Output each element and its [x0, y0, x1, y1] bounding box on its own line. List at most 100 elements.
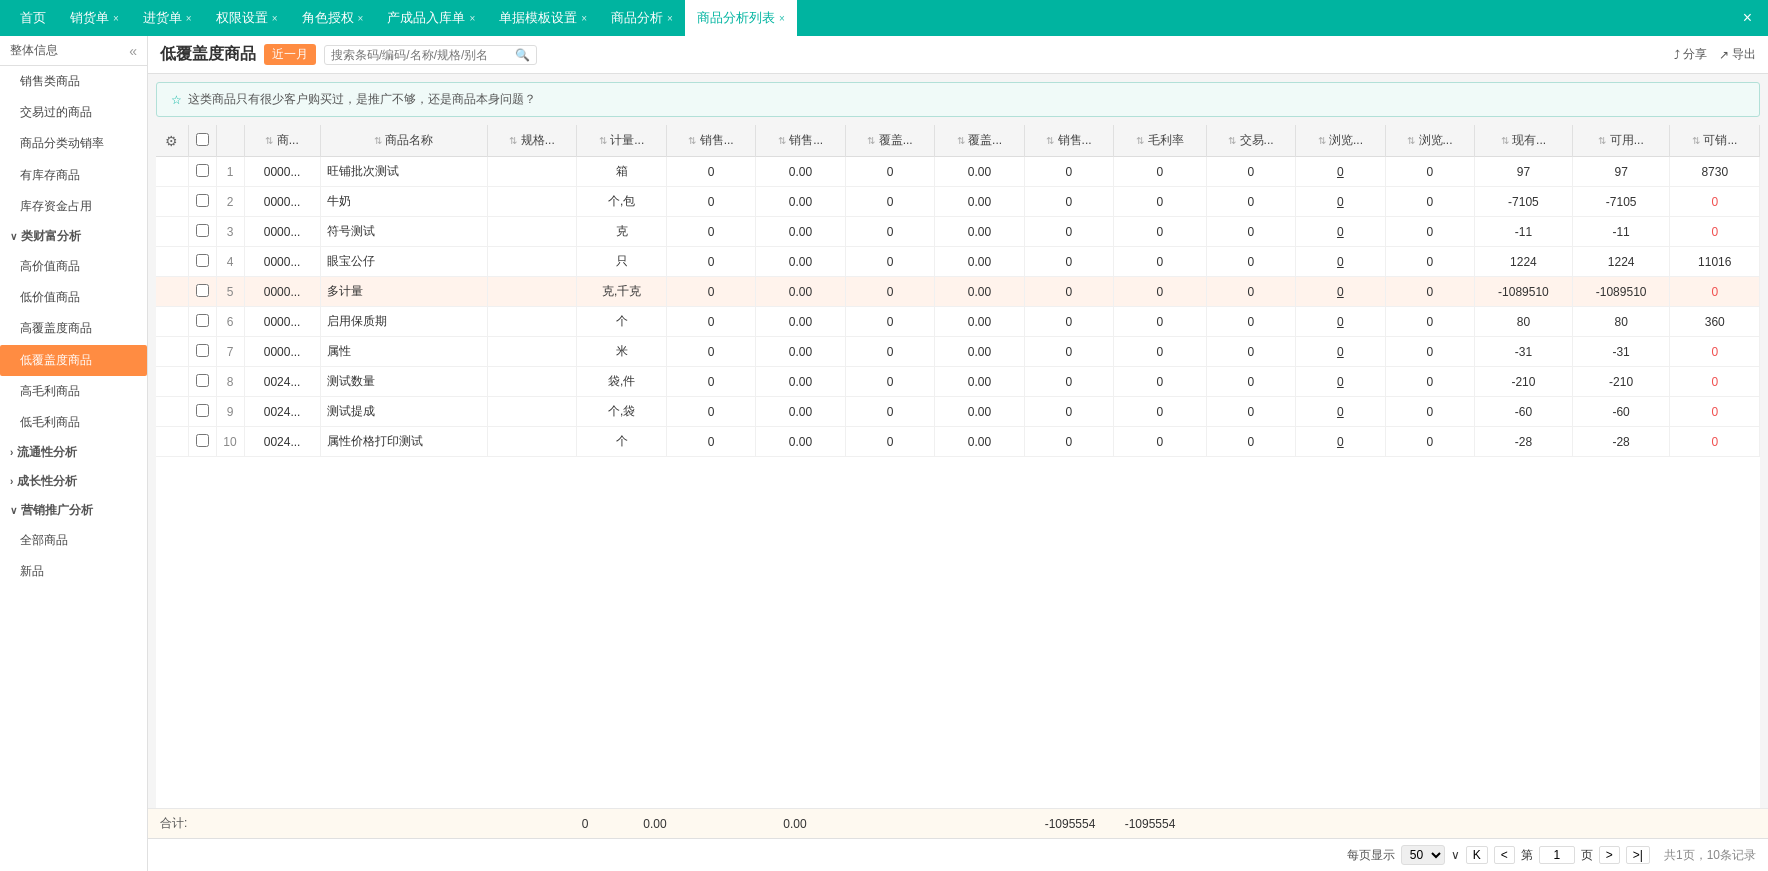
sidebar-item-high-margin[interactable]: 高毛利商品 — [0, 376, 147, 407]
nav-product-analysis-list[interactable]: 商品分析列表 × — [685, 0, 797, 36]
search-box: 🔍 — [324, 45, 537, 65]
sidebar-item-category-sales-rate[interactable]: 商品分类动销率 — [0, 128, 147, 159]
row-transaction: 0 — [1206, 337, 1295, 367]
browse-link[interactable]: 0 — [1337, 345, 1344, 359]
row-checkbox[interactable] — [196, 404, 209, 417]
row-browse2: 0 — [1385, 187, 1474, 217]
row-num: 5 — [216, 277, 244, 307]
row-name: 属性价格打印测试 — [320, 427, 487, 457]
row-checkbox[interactable] — [196, 344, 209, 357]
row-saleable: 0 — [1670, 427, 1760, 457]
last-page-button[interactable]: >| — [1626, 846, 1650, 864]
row-current: -7105 — [1475, 187, 1573, 217]
sidebar-collapse-button[interactable]: « — [129, 43, 137, 59]
row-cov1: 0 — [845, 307, 934, 337]
nav-role-auth[interactable]: 角色授权 × — [290, 0, 376, 36]
info-icon: ☆ — [171, 93, 182, 107]
next-page-button[interactable]: > — [1599, 846, 1620, 864]
row-checkbox[interactable] — [196, 164, 209, 177]
window-close-button[interactable]: × — [1735, 9, 1760, 27]
row-checkbox[interactable] — [196, 194, 209, 207]
nav-home[interactable]: 首页 — [8, 0, 58, 36]
close-icon[interactable]: × — [272, 13, 278, 24]
row-code: 0000... — [244, 247, 320, 277]
export-button[interactable]: ↗ 导出 — [1719, 46, 1756, 63]
table-row: 7 0000... 属性 米 0 0.00 0 0.00 0 0 0 0 0 -… — [156, 337, 1760, 367]
row-checkbox[interactable] — [196, 254, 209, 267]
browse-link[interactable]: 0 — [1337, 315, 1344, 329]
sidebar-item-high-coverage[interactable]: 高覆盖度商品 — [0, 313, 147, 344]
row-gross-rate: 0 — [1114, 337, 1207, 367]
first-page-button[interactable]: K — [1466, 846, 1488, 864]
table-footer: 合计: 0 0.00 0.00 -1095554 -1095554 — [148, 808, 1768, 838]
row-num: 1 — [216, 157, 244, 187]
row-checkbox[interactable] — [196, 284, 209, 297]
close-icon[interactable]: × — [186, 13, 192, 24]
nav-template-settings[interactable]: 单据模板设置 × — [487, 0, 599, 36]
nav-product-analysis[interactable]: 商品分析 × — [599, 0, 685, 36]
browse-link[interactable]: 0 — [1337, 405, 1344, 419]
row-name: 测试提成 — [320, 397, 487, 427]
page-number-input[interactable] — [1539, 846, 1575, 864]
page-size-label: 每页显示 — [1347, 847, 1395, 864]
share-button[interactable]: ⤴ 分享 — [1674, 46, 1707, 63]
close-icon[interactable]: × — [779, 13, 785, 24]
browse-link[interactable]: 0 — [1337, 375, 1344, 389]
close-icon[interactable]: × — [469, 13, 475, 24]
close-icon[interactable]: × — [581, 13, 587, 24]
browse-link[interactable]: 0 — [1337, 165, 1344, 179]
data-table-container[interactable]: ⚙ ⇅ 商... ⇅ 商品名称 ⇅ 规格... ⇅ 计量... ⇅ 销售... … — [156, 125, 1760, 808]
row-cov1: 0 — [845, 277, 934, 307]
sidebar-item-all-goods[interactable]: 全部商品 — [0, 525, 147, 556]
sidebar-item-low-coverage[interactable]: 低覆盖度商品 — [0, 345, 147, 376]
nav-sales-order[interactable]: 销货单 × — [58, 0, 131, 36]
sidebar-section-wealth[interactable]: ∨ 类财富分析 — [0, 222, 147, 251]
page-size-select[interactable]: 50 — [1401, 845, 1445, 865]
browse-link[interactable]: 0 — [1337, 195, 1344, 209]
sidebar-section-marketing[interactable]: ∨ 营销推广分析 — [0, 496, 147, 525]
row-sales-amt: 0.00 — [756, 277, 845, 307]
row-saleable: 360 — [1670, 307, 1760, 337]
nav-product-instock[interactable]: 产成品入库单 × — [375, 0, 487, 36]
sidebar-item-stock-capital[interactable]: 库存资金占用 — [0, 191, 147, 222]
sidebar-item-sales-goods[interactable]: 销售类商品 — [0, 66, 147, 97]
close-icon[interactable]: × — [667, 13, 673, 24]
sidebar-section-liquidity[interactable]: › 流通性分析 — [0, 438, 147, 467]
row-available: -7105 — [1572, 187, 1670, 217]
row-sales3: 0 — [1024, 367, 1113, 397]
browse-link[interactable]: 0 — [1337, 255, 1344, 269]
row-settings-cell — [156, 367, 188, 397]
browse-link[interactable]: 0 — [1337, 285, 1344, 299]
row-checkbox[interactable] — [196, 314, 209, 327]
search-input[interactable] — [331, 48, 511, 62]
row-checkbox[interactable] — [196, 374, 209, 387]
row-sales-amt: 0.00 — [756, 247, 845, 277]
sidebar-item-high-value[interactable]: 高价值商品 — [0, 251, 147, 282]
close-icon[interactable]: × — [113, 13, 119, 24]
table-row: 3 0000... 符号测试 克 0 0.00 0 0.00 0 0 0 0 0… — [156, 217, 1760, 247]
row-available: 80 — [1572, 307, 1670, 337]
close-icon[interactable]: × — [358, 13, 364, 24]
settings-column-header: ⚙ — [156, 125, 188, 157]
nav-permission-settings[interactable]: 权限设置 × — [204, 0, 290, 36]
row-num: 8 — [216, 367, 244, 397]
row-checkbox[interactable] — [196, 224, 209, 237]
browse-link[interactable]: 0 — [1337, 225, 1344, 239]
sidebar-item-in-stock-goods[interactable]: 有库存商品 — [0, 160, 147, 191]
browse-link[interactable]: 0 — [1337, 435, 1344, 449]
row-settings-cell — [156, 337, 188, 367]
table-row: 5 0000... 多计量 克,千克 0 0.00 0 0.00 0 0 0 0… — [156, 277, 1760, 307]
row-checkbox-cell — [188, 277, 216, 307]
time-filter-button[interactable]: 近一月 — [264, 44, 316, 65]
row-checkbox[interactable] — [196, 434, 209, 447]
sidebar-section-growth[interactable]: › 成长性分析 — [0, 467, 147, 496]
prev-page-button[interactable]: < — [1494, 846, 1515, 864]
search-icon[interactable]: 🔍 — [515, 48, 530, 62]
sidebar-item-traded-goods[interactable]: 交易过的商品 — [0, 97, 147, 128]
sidebar-item-low-value[interactable]: 低价值商品 — [0, 282, 147, 313]
gear-icon[interactable]: ⚙ — [165, 133, 178, 149]
select-all-checkbox[interactable] — [196, 133, 209, 146]
sidebar-item-low-margin[interactable]: 低毛利商品 — [0, 407, 147, 438]
nav-purchase-order[interactable]: 进货单 × — [131, 0, 204, 36]
sidebar-item-new-goods[interactable]: 新品 — [0, 556, 147, 587]
